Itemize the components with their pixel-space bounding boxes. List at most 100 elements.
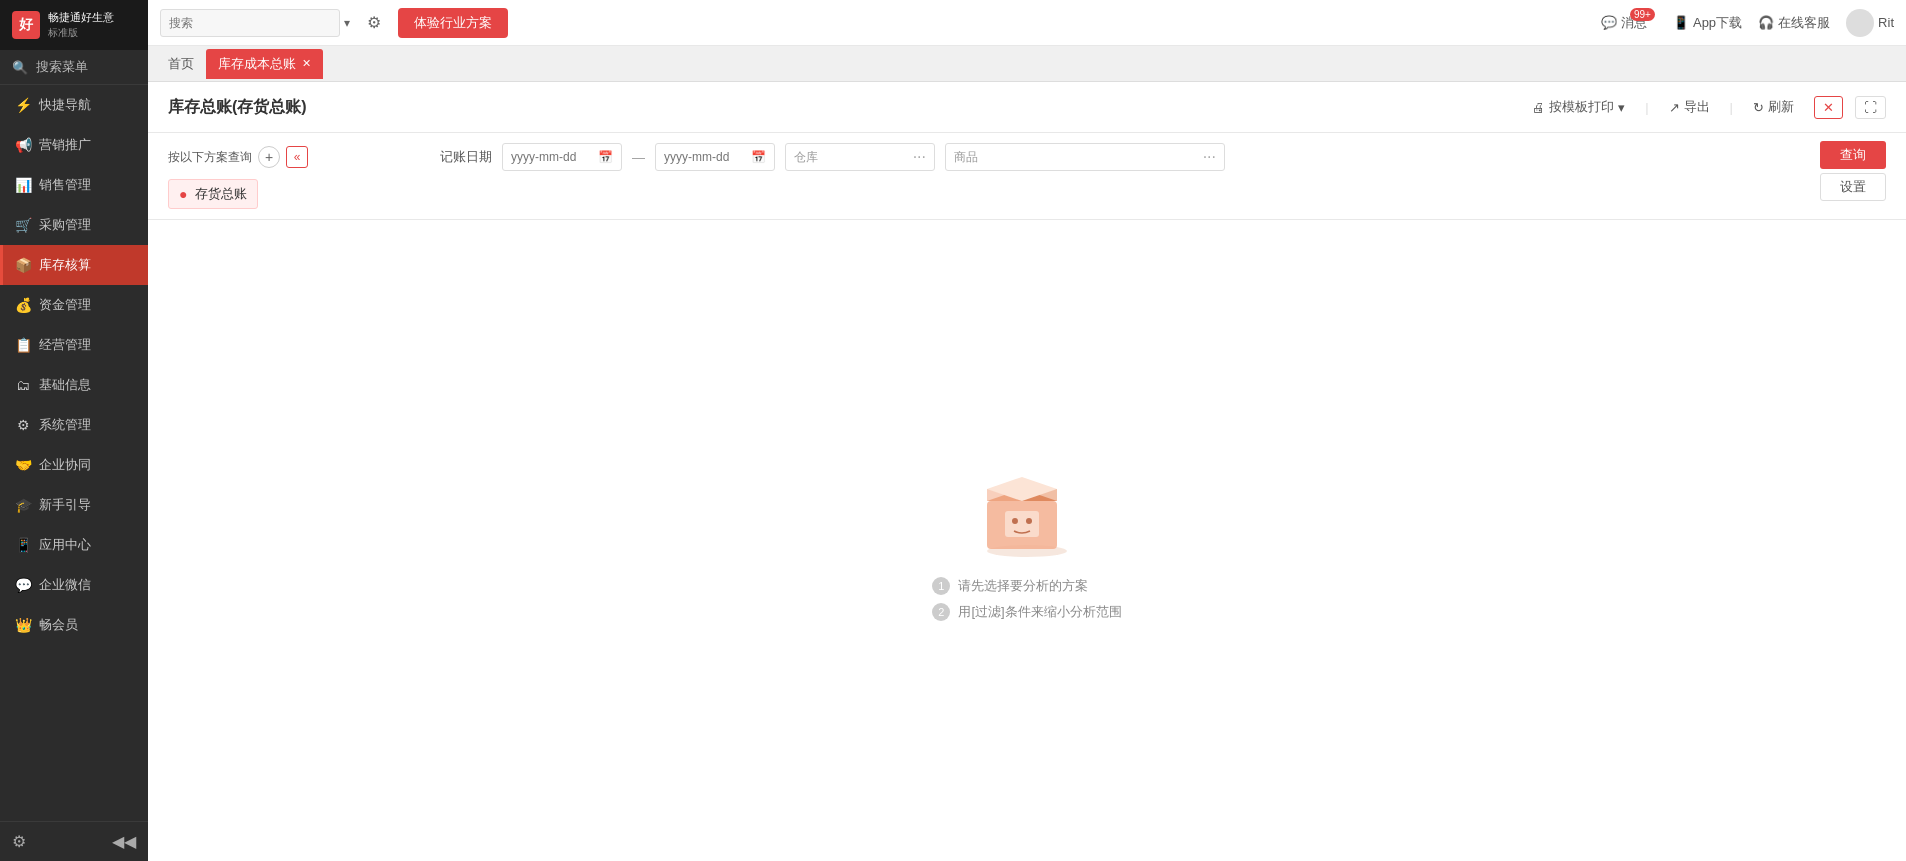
sidebar-item-label: 销售管理 xyxy=(39,176,91,194)
user-name: Rit xyxy=(1878,15,1894,30)
print-label: 按模板打印 xyxy=(1549,98,1614,116)
date-start-input[interactable] xyxy=(511,150,591,164)
sidebar-item-newbie[interactable]: 🎓 新手引导 xyxy=(0,485,148,525)
sidebar: 好 畅捷通好生意 标准版 🔍 搜索菜单 ⚡ 快捷导航 📢 营销推广 📊 销售管理… xyxy=(0,0,148,861)
filter-add-btn[interactable]: + xyxy=(258,146,280,168)
app-download-btn[interactable]: 📱 App下载 xyxy=(1673,14,1742,32)
online-service-btn[interactable]: 🎧 在线客服 xyxy=(1758,14,1830,32)
tab-home[interactable]: 首页 xyxy=(156,49,206,79)
sidebar-item-label: 采购管理 xyxy=(39,216,91,234)
sidebar-item-quick-nav[interactable]: ⚡ 快捷导航 xyxy=(0,85,148,125)
sidebar-item-label: 库存核算 xyxy=(39,256,91,274)
sidebar-item-label: 营销推广 xyxy=(39,136,91,154)
finance-icon: 💰 xyxy=(15,297,31,313)
sidebar-item-label: 应用中心 xyxy=(39,536,91,554)
avatar xyxy=(1846,9,1874,37)
filter-date-start[interactable]: 📅 xyxy=(502,143,622,171)
filter-label: 按以下方案查询 xyxy=(168,149,252,166)
scheme-item[interactable]: ● 存货总账 xyxy=(168,179,258,209)
query-btn[interactable]: 查询 xyxy=(1820,141,1886,169)
sidebar-item-wechat[interactable]: 💬 企业微信 xyxy=(0,565,148,605)
sidebar-item-enterprise[interactable]: 🤝 企业协同 xyxy=(0,445,148,485)
close-icon: ✕ xyxy=(1823,100,1834,115)
scheme-row: ● 存货总账 xyxy=(168,179,1886,209)
close-panel-btn[interactable]: ✕ xyxy=(1814,96,1843,119)
goods-more-btn[interactable]: ··· xyxy=(1203,148,1216,166)
collapse-sidebar-btn[interactable]: ◀◀ xyxy=(112,832,136,851)
warehouse-more-btn[interactable]: ··· xyxy=(913,148,926,166)
topbar-right: 💬 消息 99+ 📱 App下载 🎧 在线客服 Rit xyxy=(1601,9,1894,37)
filter-collapse-btn[interactable]: « xyxy=(286,146,308,168)
expand-btn[interactable]: ⛶ xyxy=(1855,96,1886,119)
logo-sub-text: 标准版 xyxy=(48,26,114,40)
filter-date-sep: — xyxy=(632,150,645,165)
sidebar-logo: 好 畅捷通好生意 标准版 xyxy=(0,0,148,50)
sidebar-item-marketing[interactable]: 📢 营销推广 xyxy=(0,125,148,165)
message-badge: 99+ xyxy=(1630,8,1655,21)
marketing-icon: 📢 xyxy=(15,137,31,153)
tab-inventory-ledger-label: 库存成本总账 xyxy=(218,55,296,73)
topbar-settings-btn[interactable]: ⚙ xyxy=(360,9,388,37)
tip-num-2: 2 xyxy=(932,603,950,621)
filter-actions: 查询 设置 xyxy=(1820,141,1886,201)
message-icon: 💬 xyxy=(1601,15,1617,30)
date-end-input[interactable] xyxy=(664,150,744,164)
filter-date-end[interactable]: 📅 xyxy=(655,143,775,171)
purchase-icon: 🛒 xyxy=(15,217,31,233)
data-area: 1 请先选择要分析的方案 2 用[过滤]条件来缩小分析范围 xyxy=(148,220,1906,861)
tip-item-2: 2 用[过滤]条件来缩小分析范围 xyxy=(932,603,1121,621)
topbar-search-area: ▾ ⚙ 体验行业方案 xyxy=(160,8,1601,38)
sidebar-item-basic[interactable]: 🗂 基础信息 xyxy=(0,365,148,405)
sidebar-item-sales[interactable]: 📊 销售管理 xyxy=(0,165,148,205)
wechat-icon: 💬 xyxy=(15,577,31,593)
inventory-icon: 📦 xyxy=(15,257,31,273)
topbar: ▾ ⚙ 体验行业方案 💬 消息 99+ 📱 App下载 🎧 在线客服 Rit xyxy=(148,0,1906,46)
sidebar-item-label: 企业微信 xyxy=(39,576,91,594)
user-avatar-btn[interactable]: Rit xyxy=(1846,9,1894,37)
main-area: ▾ ⚙ 体验行业方案 💬 消息 99+ 📱 App下载 🎧 在线客服 Rit xyxy=(148,0,1906,861)
warehouse-select[interactable]: 仓库 ··· xyxy=(785,143,935,171)
sidebar-search[interactable]: 🔍 搜索菜单 xyxy=(0,50,148,85)
settings-footer-btn[interactable]: ⚙ xyxy=(12,832,26,851)
print-btn[interactable]: 🖨 按模板打印 ▾ xyxy=(1524,94,1633,120)
tab-inventory-ledger[interactable]: 库存成本总账 ✕ xyxy=(206,49,323,79)
separator: | xyxy=(1645,100,1648,115)
sidebar-item-label: 经营管理 xyxy=(39,336,91,354)
calendar-end-icon[interactable]: 📅 xyxy=(751,150,766,164)
sidebar-item-finance[interactable]: 💰 资金管理 xyxy=(0,285,148,325)
sidebar-item-purchase[interactable]: 🛒 采购管理 xyxy=(0,205,148,245)
message-btn[interactable]: 💬 消息 99+ xyxy=(1601,14,1647,32)
search-icon: 🔍 xyxy=(12,60,28,75)
settings-filter-btn[interactable]: 设置 xyxy=(1820,173,1886,201)
goods-select[interactable]: 商品 ··· xyxy=(945,143,1225,171)
calendar-start-icon[interactable]: 📅 xyxy=(598,150,613,164)
tab-close-btn[interactable]: ✕ xyxy=(302,58,311,69)
goods-label: 商品 xyxy=(954,149,978,166)
sidebar-item-label: 畅会员 xyxy=(39,616,78,634)
sidebar-item-appstore[interactable]: 📱 应用中心 xyxy=(0,525,148,565)
sidebar-item-inventory[interactable]: 📦 库存核算 xyxy=(0,245,148,285)
empty-state: 1 请先选择要分析的方案 2 用[过滤]条件来缩小分析范围 xyxy=(932,461,1121,621)
topbar-search-input[interactable] xyxy=(160,9,340,37)
vip-icon: 👑 xyxy=(15,617,31,633)
basic-icon: 🗂 xyxy=(15,377,31,393)
svg-point-3 xyxy=(1012,518,1018,524)
headset-icon: 🎧 xyxy=(1758,15,1774,30)
filter-row: 按以下方案查询 + « 记账日期 📅 — 📅 xyxy=(168,143,1886,171)
topbar-dropdown-btn[interactable]: ▾ xyxy=(344,16,350,30)
page-header-actions: 🖨 按模板打印 ▾ | ↗ 导出 | ↻ 刷新 ✕ ⛶ xyxy=(1524,94,1886,120)
sidebar-item-vip[interactable]: 👑 畅会员 xyxy=(0,605,148,645)
industry-btn[interactable]: 体验行业方案 xyxy=(398,8,508,38)
sidebar-footer: ⚙ ◀◀ xyxy=(0,821,148,861)
tip-item-1: 1 请先选择要分析的方案 xyxy=(932,577,1121,595)
appstore-icon: 📱 xyxy=(15,537,31,553)
logo-icon: 好 xyxy=(12,11,40,39)
sidebar-item-system[interactable]: ⚙ 系统管理 xyxy=(0,405,148,445)
refresh-label: 刷新 xyxy=(1768,98,1794,116)
tabbar: 首页 库存成本总账 ✕ xyxy=(148,46,1906,82)
refresh-btn[interactable]: ↻ 刷新 xyxy=(1745,94,1802,120)
app-download-label: App下载 xyxy=(1693,14,1742,32)
sidebar-item-label: 系统管理 xyxy=(39,416,91,434)
sidebar-item-operation[interactable]: 📋 经营管理 xyxy=(0,325,148,365)
export-btn[interactable]: ↗ 导出 xyxy=(1661,94,1718,120)
